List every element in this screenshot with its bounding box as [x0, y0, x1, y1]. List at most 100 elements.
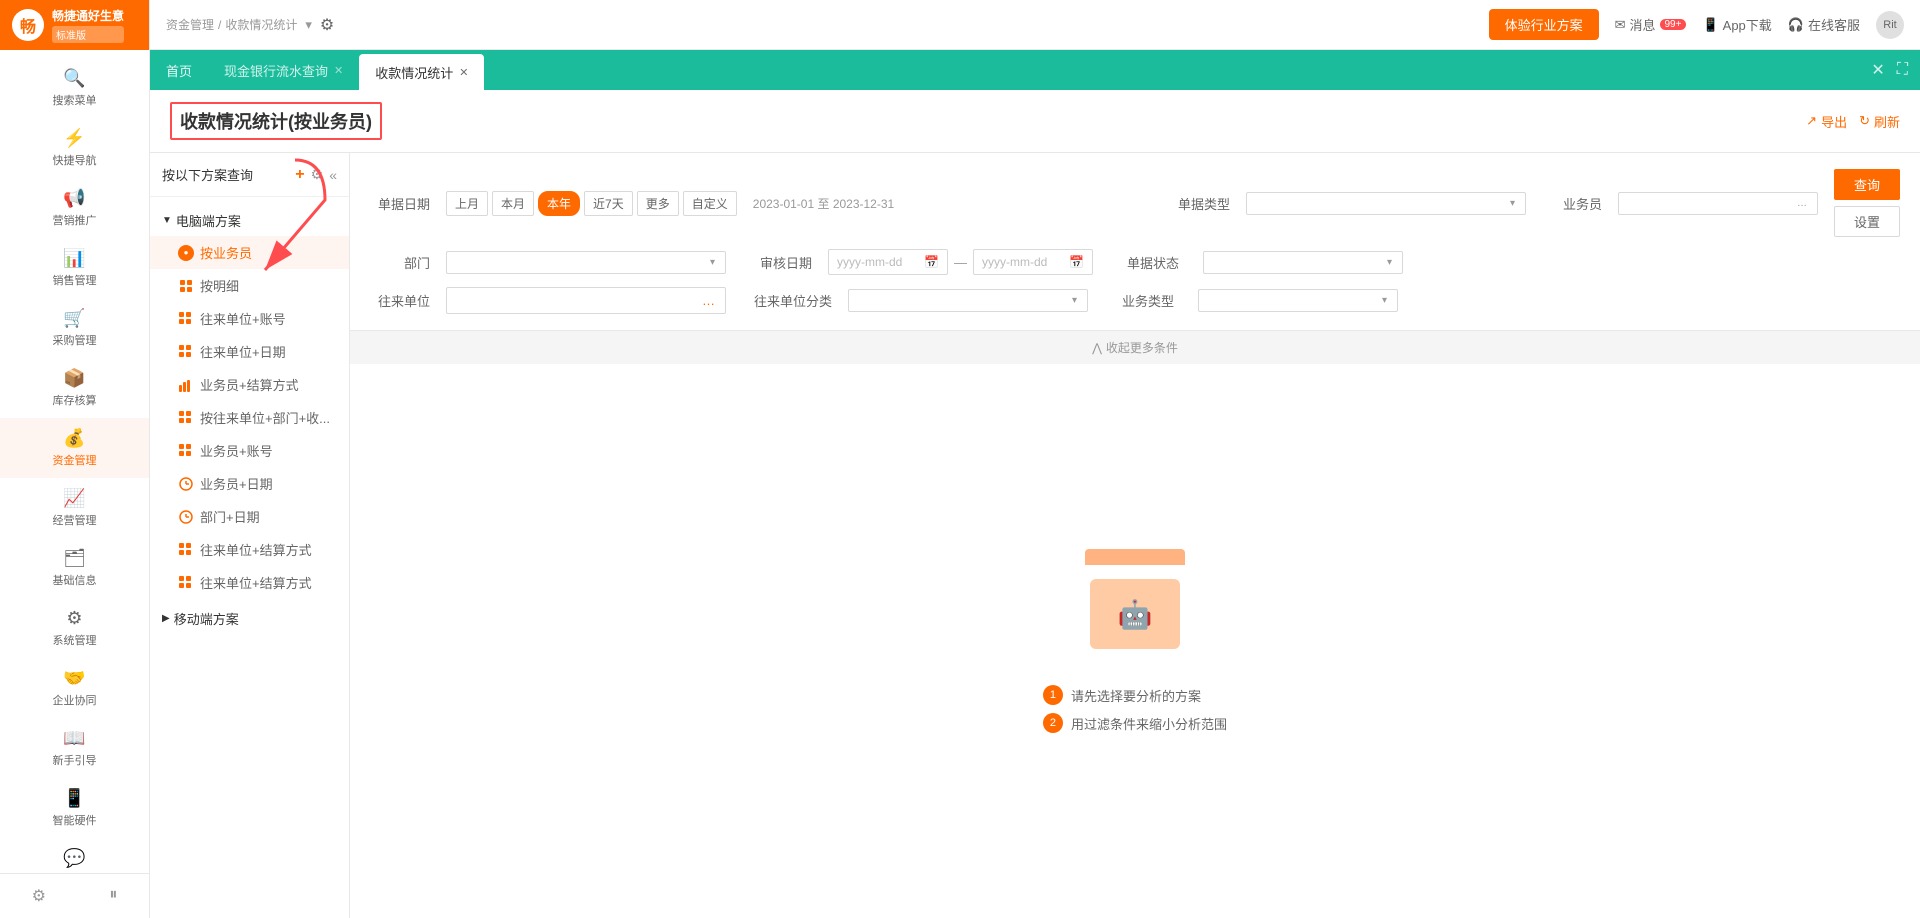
settings-gear-btn[interactable]: ⚙	[320, 15, 334, 35]
date-tab-more[interactable]: 更多	[637, 191, 679, 216]
settings-footer-btn[interactable]: ⚙	[32, 886, 46, 906]
partner-select[interactable]: …	[446, 287, 726, 314]
sidebar-item-operation[interactable]: 📈 经营管理	[0, 478, 149, 538]
set-btn[interactable]: 设置	[1834, 206, 1900, 237]
dept-label: 部门	[370, 253, 430, 272]
desktop-group-header[interactable]: ▼ 电脑端方案	[150, 205, 349, 236]
tab-home[interactable]: 首页	[150, 50, 208, 90]
sidebar-item-system[interactable]: ⚙ 系统管理	[0, 598, 149, 658]
sidebar-item-hardware[interactable]: 📱 智能硬件	[0, 778, 149, 838]
review-date-start[interactable]: yyyy-mm-dd 📅	[828, 249, 948, 275]
partner-dots[interactable]: …	[702, 293, 715, 308]
query-btn[interactable]: 查询	[1834, 169, 1900, 200]
right-panel: 单据日期 上月 本月 本年 近7天 更多 自定义 2023-01-01 至 20…	[350, 153, 1920, 918]
page-header: 收款情况统计(按业务员) ↗ 导出 ↻ 刷新	[150, 90, 1920, 153]
online-service-btn[interactable]: 🎧 在线客服	[1788, 15, 1860, 34]
message-btn[interactable]: ✉ 消息 99+	[1615, 15, 1687, 34]
scheme-item-detail[interactable]: 按明细	[150, 269, 349, 302]
sidebar-footer: ⚙ ⏸	[0, 873, 149, 918]
mobile-group-header[interactable]: ▶ 移动端方案	[150, 603, 349, 634]
receipt-type-select[interactable]: ▾	[1246, 192, 1526, 215]
tabbar: 首页 现金银行流水查询 ✕ 收款情况统计 ✕ ✕ ⛶	[150, 50, 1920, 90]
partner-type-label: 往来单位分类	[742, 291, 832, 310]
search-menu-icon: 🔍	[63, 68, 85, 89]
filter-row-2: 部门 ▾ 审核日期 yyyy-mm-dd 📅 —	[370, 249, 1900, 275]
review-date-group: yyyy-mm-dd 📅 — yyyy-mm-dd 📅	[828, 249, 1093, 275]
sidebar-item-basic-info[interactable]: 🗂 基础信息	[0, 538, 149, 598]
empty-face-icon: 🤖	[1118, 598, 1153, 631]
sidebar-item-collab[interactable]: 🤝 企业协同	[0, 658, 149, 718]
receipt-status-select[interactable]: ▾	[1203, 251, 1403, 274]
dept-select[interactable]: ▾	[446, 251, 726, 274]
scheme-item-sales-settle[interactable]: 业务员+结算方式	[150, 368, 349, 401]
sidebar-item-guide[interactable]: 📖 新手引导	[0, 718, 149, 778]
salesperson-select[interactable]: …	[1618, 192, 1818, 215]
scheme-dept-date-icon	[178, 509, 194, 525]
scheme-item-sales-account[interactable]: 业务员+账号	[150, 434, 349, 467]
sidebar-item-marketing[interactable]: 📢 营销推广	[0, 178, 149, 238]
tab-receipt-stats[interactable]: 收款情况统计 ✕	[359, 54, 484, 90]
tab-close-bank[interactable]: ✕	[334, 64, 343, 77]
scheme-item-partner-date[interactable]: 往来单位+日期	[150, 335, 349, 368]
filter-btn-group: 查询 设置	[1834, 169, 1900, 237]
calendar-start-icon: 📅	[924, 255, 939, 269]
business-type-label: 业务类型	[1104, 291, 1174, 310]
add-scheme-btn[interactable]: +	[295, 166, 304, 184]
tab-close-receipt[interactable]: ✕	[459, 66, 468, 79]
date-tab-last-month[interactable]: 上月	[446, 191, 488, 216]
sidebar-item-sales[interactable]: 📊 销售管理	[0, 238, 149, 298]
sidebar-item-purchase[interactable]: 🛒 采购管理	[0, 298, 149, 358]
review-date-end[interactable]: yyyy-mm-dd 📅	[973, 249, 1093, 275]
sidebar-item-inventory[interactable]: 📦 库存核算	[0, 358, 149, 418]
date-tab-7days[interactable]: 近7天	[584, 191, 633, 216]
breadcrumb: 资金管理 / 收款情况统计	[166, 16, 297, 33]
scheme-item-salesperson[interactable]: ● 按业务员	[150, 236, 349, 269]
sidebar-item-search[interactable]: 🔍 搜索菜单	[0, 58, 149, 118]
topbar-right: 体验行业方案 ✉ 消息 99+ 📱 App下载 🎧 在线客服 Rit	[1489, 9, 1904, 40]
export-icon: ↗	[1806, 113, 1817, 129]
operation-icon: 📈	[63, 488, 85, 509]
mobile-scheme-group: ▶ 移动端方案	[150, 603, 349, 634]
salesperson-arrow: …	[1797, 198, 1807, 209]
scheme-item-partner-settle1[interactable]: 往来单位+结算方式	[150, 533, 349, 566]
topbar-left: 资金管理 / 收款情况统计 ▾ ⚙	[166, 15, 1477, 35]
breadcrumb-dropdown[interactable]: ▾	[305, 17, 312, 33]
partner-type-select[interactable]: ▾	[848, 289, 1088, 312]
sidebar-item-wechat[interactable]: 💬 企业微信	[0, 838, 149, 873]
sidebar-menu: 🔍 搜索菜单 ⚡ 快捷导航 📢 营销推广 📊 销售管理 🛒 采购管理 📦 库存核…	[0, 50, 149, 873]
trial-btn[interactable]: 体验行业方案	[1489, 9, 1599, 40]
basic-info-icon: 🗂	[63, 548, 86, 569]
desktop-expand-icon: ▼	[162, 215, 172, 226]
partner-label: 往来单位	[370, 291, 430, 310]
tab-close-all-btn[interactable]: ✕	[1871, 60, 1884, 80]
date-tab-this-month[interactable]: 本月	[492, 191, 534, 216]
mobile-expand-icon: ▶	[162, 613, 170, 624]
collapse-more-btn[interactable]: ⋀ 收起更多条件	[350, 330, 1920, 364]
scheme-active-icon: ●	[178, 245, 194, 261]
step-2-num: 2	[1043, 713, 1063, 733]
sidebar-item-quicknav[interactable]: ⚡ 快捷导航	[0, 118, 149, 178]
export-btn[interactable]: ↗ 导出	[1806, 112, 1847, 131]
user-avatar[interactable]: Rit	[1876, 11, 1904, 39]
scheme-item-sales-date[interactable]: 业务员+日期	[150, 467, 349, 500]
scheme-item-partner-dept[interactable]: 按往来单位+部门+收...	[150, 401, 349, 434]
filter-area: 单据日期 上月 本月 本年 近7天 更多 自定义 2023-01-01 至 20…	[350, 153, 1920, 330]
sidebar-item-finance[interactable]: 💰 资金管理	[0, 418, 149, 478]
settings-scheme-btn[interactable]: ⚙	[311, 166, 324, 183]
collapse-footer-btn[interactable]: ⏸	[109, 886, 117, 906]
tab-fullscreen-btn[interactable]: ⛶	[1897, 61, 1908, 79]
scheme-partner-date-icon	[178, 344, 194, 360]
empty-illustration: 🤖	[1075, 549, 1195, 669]
inventory-icon: 📦	[63, 368, 85, 389]
scheme-item-dept-date[interactable]: 部门+日期	[150, 500, 349, 533]
tab-bank-flow[interactable]: 现金银行流水查询 ✕	[208, 50, 359, 90]
business-type-select[interactable]: ▾	[1198, 289, 1398, 312]
collapse-panel-btn[interactable]: «	[329, 167, 337, 183]
scheme-item-partner-settle2[interactable]: 往来单位+结算方式	[150, 566, 349, 599]
scheme-partner-settle2-icon	[178, 575, 194, 591]
app-download-btn[interactable]: 📱 App下载	[1702, 15, 1771, 34]
date-tab-this-year[interactable]: 本年	[538, 191, 580, 216]
date-tab-custom[interactable]: 自定义	[683, 191, 737, 216]
refresh-btn[interactable]: ↻ 刷新	[1859, 112, 1900, 131]
scheme-item-partner-account[interactable]: 往来单位+账号	[150, 302, 349, 335]
